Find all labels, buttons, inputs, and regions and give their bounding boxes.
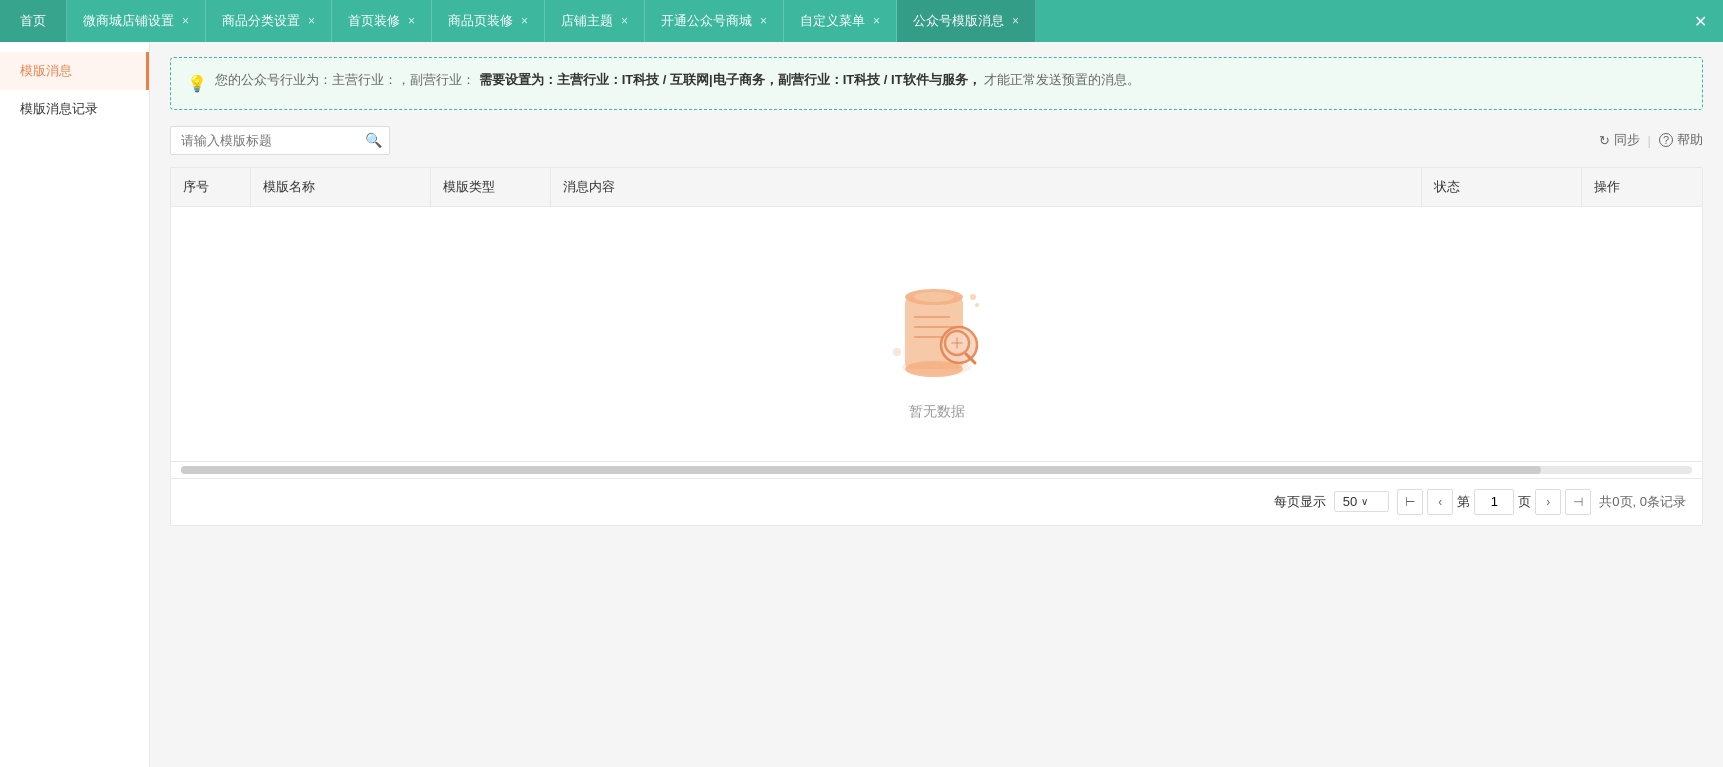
sync-label: 同步 [1614,131,1640,149]
col-status: 状态 [1422,168,1582,206]
close-product-category[interactable]: × [308,14,315,28]
first-page-button[interactable]: ⊢ [1397,489,1423,515]
empty-text: 暂无数据 [909,403,965,421]
empty-state: 暂无数据 [171,207,1702,461]
col-content: 消息内容 [551,168,1422,206]
content-area: 💡 您的公众号行业为：主营行业：，副营行业： 需要设置为：主营行业：IT科技 /… [150,42,1723,767]
tab-home[interactable]: 首页 [0,0,67,42]
sidebar-template-msg-label: 模版消息 [20,63,72,78]
horizontal-scrollbar[interactable] [171,461,1702,478]
col-action: 操作 [1582,168,1702,206]
table-header: 序号 模版名称 模版类型 消息内容 状态 操作 [171,168,1702,207]
svg-point-15 [893,348,901,356]
sidebar-item-template-msg-log[interactable]: 模版消息记录 [0,90,149,128]
col-name: 模版名称 [251,168,431,206]
home-decor-label: 首页装修 [348,12,400,30]
page-size-select[interactable]: 50 ∨ [1334,491,1389,512]
sync-button[interactable]: ↻ 同步 [1599,131,1640,149]
page-navigation: ⊢ ‹ 第 页 › ⊣ [1397,489,1591,515]
page-size-value: 50 [1343,494,1357,509]
page-size-label: 每页显示 [1274,493,1326,511]
col-type: 模版类型 [431,168,551,206]
prev-page-button[interactable]: ‹ [1427,489,1453,515]
col-index: 序号 [171,168,251,206]
notice-suffix: 才能正常发送预置的消息。 [984,72,1140,87]
home-tab-label: 首页 [20,12,46,30]
wsc-settings-label: 微商城店铺设置 [83,12,174,30]
svg-point-13 [970,294,976,300]
tab-shop-theme[interactable]: 店铺主题 × [545,0,645,42]
svg-point-14 [975,303,979,307]
last-page-button[interactable]: ⊣ [1565,489,1591,515]
search-input[interactable] [170,126,390,155]
page-number-input[interactable] [1474,489,1514,515]
sidebar-template-msg-log-label: 模版消息记录 [20,101,98,116]
close-open-mall[interactable]: × [760,14,767,28]
notice-highlight: 需要设置为：主营行业：IT科技 / 互联网|电子商务，副营行业：IT科技 / I… [479,72,981,87]
close-product-decor[interactable]: × [521,14,528,28]
close-custom-menu[interactable]: × [873,14,880,28]
top-nav: 首页 微商城店铺设置 × 商品分类设置 × 首页装修 × 商品页装修 × 店铺主… [0,0,1723,42]
notice-prefix: 您的公众号行业为：主营行业：，副营行业： [215,72,475,87]
sidebar: 模版消息 模版消息记录 [0,42,150,767]
close-all-button[interactable]: ✕ [1678,12,1723,31]
notice-bar: 💡 您的公众号行业为：主营行业：，副营行业： 需要设置为：主营行业：IT科技 /… [170,57,1703,110]
close-shop-theme[interactable]: × [621,14,628,28]
actions-divider: | [1648,133,1651,148]
scrollbar-thumb [181,466,1541,474]
pagination: 每页显示 50 ∨ ⊢ ‹ 第 页 › ⊣ 共0页, 0条记录 [171,478,1702,525]
search-bar: 🔍 ↻ 同步 | ? 帮助 [170,126,1703,155]
tab-product-category[interactable]: 商品分类设置 × [206,0,332,42]
data-table: 序号 模版名称 模版类型 消息内容 状态 操作 [170,167,1703,526]
tab-product-decor[interactable]: 商品页装修 × [432,0,545,42]
close-wsc-settings[interactable]: × [182,14,189,28]
svg-point-3 [914,292,954,302]
tab-wsc-settings[interactable]: 微商城店铺设置 × [67,0,206,42]
empty-illustration [877,267,997,387]
close-template-msg[interactable]: × [1012,14,1019,28]
search-actions: ↻ 同步 | ? 帮助 [1599,131,1703,149]
help-label: 帮助 [1677,131,1703,149]
notice-icon: 💡 [187,71,207,97]
product-category-label: 商品分类设置 [222,12,300,30]
next-page-button[interactable]: › [1535,489,1561,515]
notice-text: 您的公众号行业为：主营行业：，副营行业： 需要设置为：主营行业：IT科技 / 互… [215,70,1140,91]
page-label-before: 第 [1457,493,1470,511]
custom-menu-label: 自定义菜单 [800,12,865,30]
total-info: 共0页, 0条记录 [1599,493,1686,511]
open-mall-label: 开通公众号商城 [661,12,752,30]
help-icon: ? [1659,133,1673,147]
search-icon[interactable]: 🔍 [365,132,382,148]
tab-home-decor[interactable]: 首页装修 × [332,0,432,42]
close-home-decor[interactable]: × [408,14,415,28]
tab-template-msg[interactable]: 公众号模版消息 × [897,0,1036,42]
search-input-wrap: 🔍 [170,126,390,155]
tab-open-mall[interactable]: 开通公众号商城 × [645,0,784,42]
template-msg-label: 公众号模版消息 [913,12,1004,30]
sync-icon: ↻ [1599,133,1610,148]
shop-theme-label: 店铺主题 [561,12,613,30]
product-decor-label: 商品页装修 [448,12,513,30]
scrollbar-track [181,466,1692,474]
help-button[interactable]: ? 帮助 [1659,131,1703,149]
page-label-after: 页 [1518,493,1531,511]
sidebar-item-template-msg[interactable]: 模版消息 [0,52,149,90]
main-layout: 模版消息 模版消息记录 💡 您的公众号行业为：主营行业：，副营行业： 需要设置为… [0,42,1723,767]
tab-custom-menu[interactable]: 自定义菜单 × [784,0,897,42]
chevron-down-icon: ∨ [1361,496,1368,507]
